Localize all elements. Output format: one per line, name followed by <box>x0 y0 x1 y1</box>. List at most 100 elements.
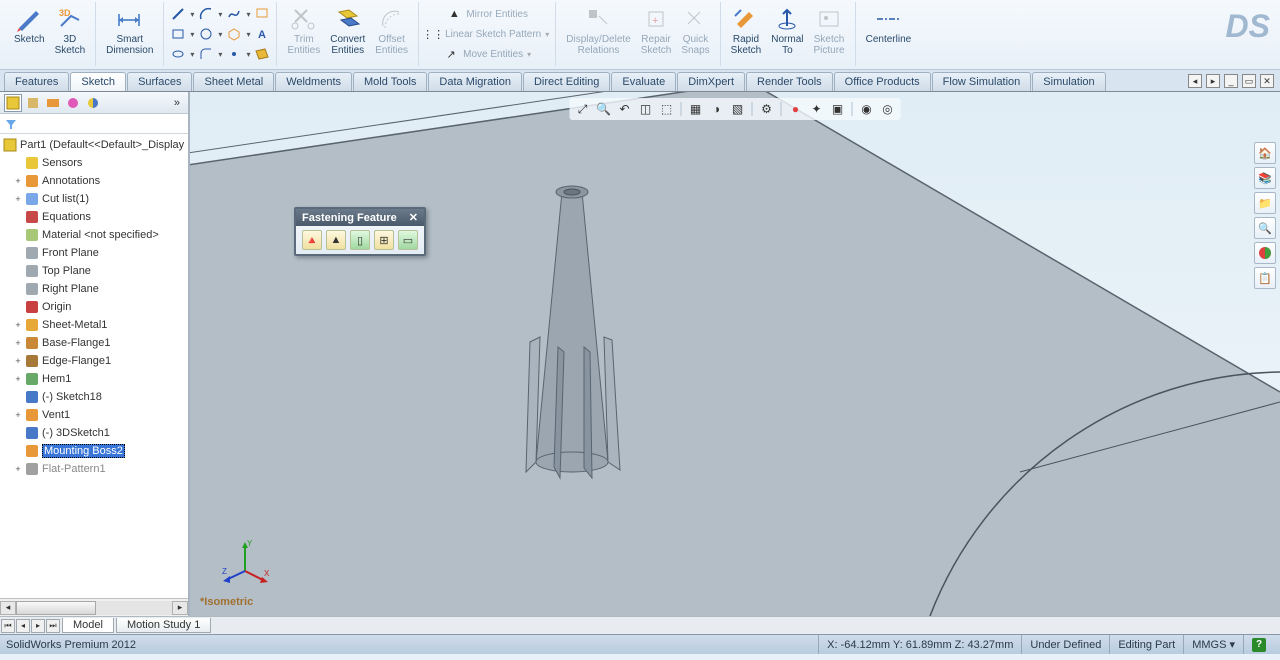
zoom-area-icon[interactable]: 🔍 <box>595 100 613 118</box>
rect-corner-icon[interactable] <box>170 26 186 42</box>
command-tab[interactable]: Evaluate <box>611 72 676 91</box>
feature-tree-tab-icon[interactable] <box>4 94 22 112</box>
win-restore-icon[interactable]: ▭ <box>1242 74 1256 88</box>
display-style-icon[interactable]: ▦ <box>687 100 705 118</box>
rect-tool-icon[interactable] <box>254 6 270 22</box>
view-settings-icon[interactable]: ⚙ <box>758 100 776 118</box>
bottom-tab[interactable]: Model <box>62 618 114 633</box>
tree-item[interactable]: Top Plane <box>0 262 188 280</box>
polygon-tool-icon[interactable] <box>226 26 242 42</box>
point-tool-icon[interactable] <box>226 46 242 62</box>
win-prev-icon[interactable]: ◂ <box>1188 74 1202 88</box>
view-palette-tab-icon[interactable]: 🔍 <box>1254 217 1276 239</box>
property-tab-icon[interactable] <box>24 94 42 112</box>
circle-tool-icon[interactable] <box>198 26 214 42</box>
tree-expand-icon[interactable]: + <box>12 410 24 420</box>
scroll-thumb[interactable] <box>16 601 96 615</box>
centerline-button[interactable]: Centerline <box>862 4 916 46</box>
command-tab[interactable]: Weldments <box>275 72 352 91</box>
snap-hook-icon[interactable]: ▲ <box>326 230 346 250</box>
command-tab[interactable]: Mold Tools <box>353 72 427 91</box>
scroll-right-icon[interactable]: ▸ <box>172 601 188 615</box>
bottom-tab[interactable]: Motion Study 1 <box>116 618 211 633</box>
tree-item[interactable]: Mounting Boss2 <box>0 442 188 460</box>
command-tab[interactable]: Sheet Metal <box>193 72 274 91</box>
command-tab[interactable]: DimXpert <box>677 72 745 91</box>
tree-expand-icon[interactable]: + <box>12 320 24 330</box>
plane-tool-icon[interactable] <box>254 46 270 62</box>
resources-tab-icon[interactable]: 🏠 <box>1254 142 1276 164</box>
win-minimize-icon[interactable]: _ <box>1224 74 1238 88</box>
sketch-button[interactable]: Sketch <box>10 4 49 57</box>
decal-icon[interactable]: ✦ <box>808 100 826 118</box>
status-units[interactable]: MMGS ▾ <box>1183 635 1243 654</box>
tree-expand-icon[interactable]: + <box>12 356 24 366</box>
tree-item[interactable]: (-) 3DSketch1 <box>0 424 188 442</box>
zoom-fit-icon[interactable]: ⤢ <box>574 100 592 118</box>
convert-entities-button[interactable]: Convert Entities <box>326 4 369 57</box>
ellipse-tool-icon[interactable] <box>170 46 186 62</box>
command-tab[interactable]: Features <box>4 72 69 91</box>
command-tab[interactable]: Office Products <box>834 72 931 91</box>
bt-next-icon[interactable]: ▸ <box>31 619 45 633</box>
spline-tool-icon[interactable] <box>226 6 242 22</box>
tree-item[interactable]: +Cut list(1) <box>0 190 188 208</box>
command-tab[interactable]: Render Tools <box>746 72 833 91</box>
tree-item[interactable]: (-) Sketch18 <box>0 388 188 406</box>
smart-dimension-button[interactable]: Smart Dimension <box>102 4 157 57</box>
vent-icon[interactable]: ⊞ <box>374 230 394 250</box>
tree-item[interactable]: Equations <box>0 208 188 226</box>
lip-groove-icon[interactable]: ▭ <box>398 230 418 250</box>
snap-groove-icon[interactable]: ▯ <box>350 230 370 250</box>
command-tab[interactable]: Surfaces <box>127 72 192 91</box>
file-explorer-tab-icon[interactable]: 📁 <box>1254 192 1276 214</box>
tree-item[interactable]: Sensors <box>0 154 188 172</box>
tree-expand-icon[interactable]: + <box>12 374 24 384</box>
tree-expand-icon[interactable]: + <box>12 176 24 186</box>
hide-show-icon[interactable]: ◑ <box>708 100 726 118</box>
tree-expand-icon[interactable]: + <box>12 464 24 474</box>
tree-item[interactable]: +Vent1 <box>0 406 188 424</box>
scene-icon[interactable]: ▧ <box>729 100 747 118</box>
tree-item[interactable]: Right Plane <box>0 280 188 298</box>
config-tab-icon[interactable] <box>44 94 62 112</box>
bt-prev-icon[interactable]: ◂ <box>16 619 30 633</box>
custom-props-tab-icon[interactable]: 📋 <box>1254 267 1276 289</box>
mounting-boss-icon[interactable]: 🔺 <box>302 230 322 250</box>
tree-item[interactable]: +Sheet-Metal1 <box>0 316 188 334</box>
tree-item[interactable]: +Flat-Pattern1 <box>0 460 188 478</box>
bt-first-icon[interactable]: ⏮ <box>1 619 15 633</box>
bt-last-icon[interactable]: ⏭ <box>46 619 60 633</box>
design-library-tab-icon[interactable]: 📚 <box>1254 167 1276 189</box>
status-help-icon[interactable]: ? <box>1243 635 1274 654</box>
tree-expand-icon[interactable]: + <box>12 338 24 348</box>
tree-item[interactable]: +Edge-Flange1 <box>0 352 188 370</box>
section-view-icon[interactable]: ◫ <box>637 100 655 118</box>
appearances-tab-icon[interactable] <box>1254 242 1276 264</box>
tree-item[interactable]: Material <not specified> <box>0 226 188 244</box>
view-orient-icon[interactable]: ⬚ <box>658 100 676 118</box>
tree-item[interactable]: +Hem1 <box>0 370 188 388</box>
rapid-sketch-button[interactable]: Rapid Sketch <box>727 4 766 57</box>
command-tab[interactable]: Direct Editing <box>523 72 610 91</box>
camera-icon[interactable]: ◉ <box>858 100 876 118</box>
command-tab[interactable]: Flow Simulation <box>932 72 1032 91</box>
command-tab[interactable]: Sketch <box>70 72 126 91</box>
3d-sketch-button[interactable]: 3D 3D Sketch <box>51 4 90 57</box>
tree-item[interactable]: Origin <box>0 298 188 316</box>
tree-expand-icon[interactable]: + <box>12 194 24 204</box>
normal-to-button[interactable]: Normal To <box>767 4 807 57</box>
display-tab-icon[interactable] <box>84 94 102 112</box>
panel-hscroll[interactable]: ◂ ▸ <box>0 598 188 616</box>
snapshot-icon[interactable]: ◎ <box>879 100 897 118</box>
tree-item[interactable]: +Base-Flange1 <box>0 334 188 352</box>
panel-expand-icon[interactable]: » <box>170 97 184 109</box>
render-icon[interactable]: ▣ <box>829 100 847 118</box>
tree-root[interactable]: Part1 (Default<<Default>_Display <box>0 136 188 154</box>
line-tool-icon[interactable] <box>170 6 186 22</box>
fillet-tool-icon[interactable] <box>198 46 214 62</box>
win-close-icon[interactable]: ✕ <box>1260 74 1274 88</box>
graphics-area[interactable]: ⋮ ⤢ 🔍 ↶ <box>190 92 1280 616</box>
command-tab[interactable]: Data Migration <box>428 72 522 91</box>
filter-bar[interactable] <box>0 114 188 134</box>
